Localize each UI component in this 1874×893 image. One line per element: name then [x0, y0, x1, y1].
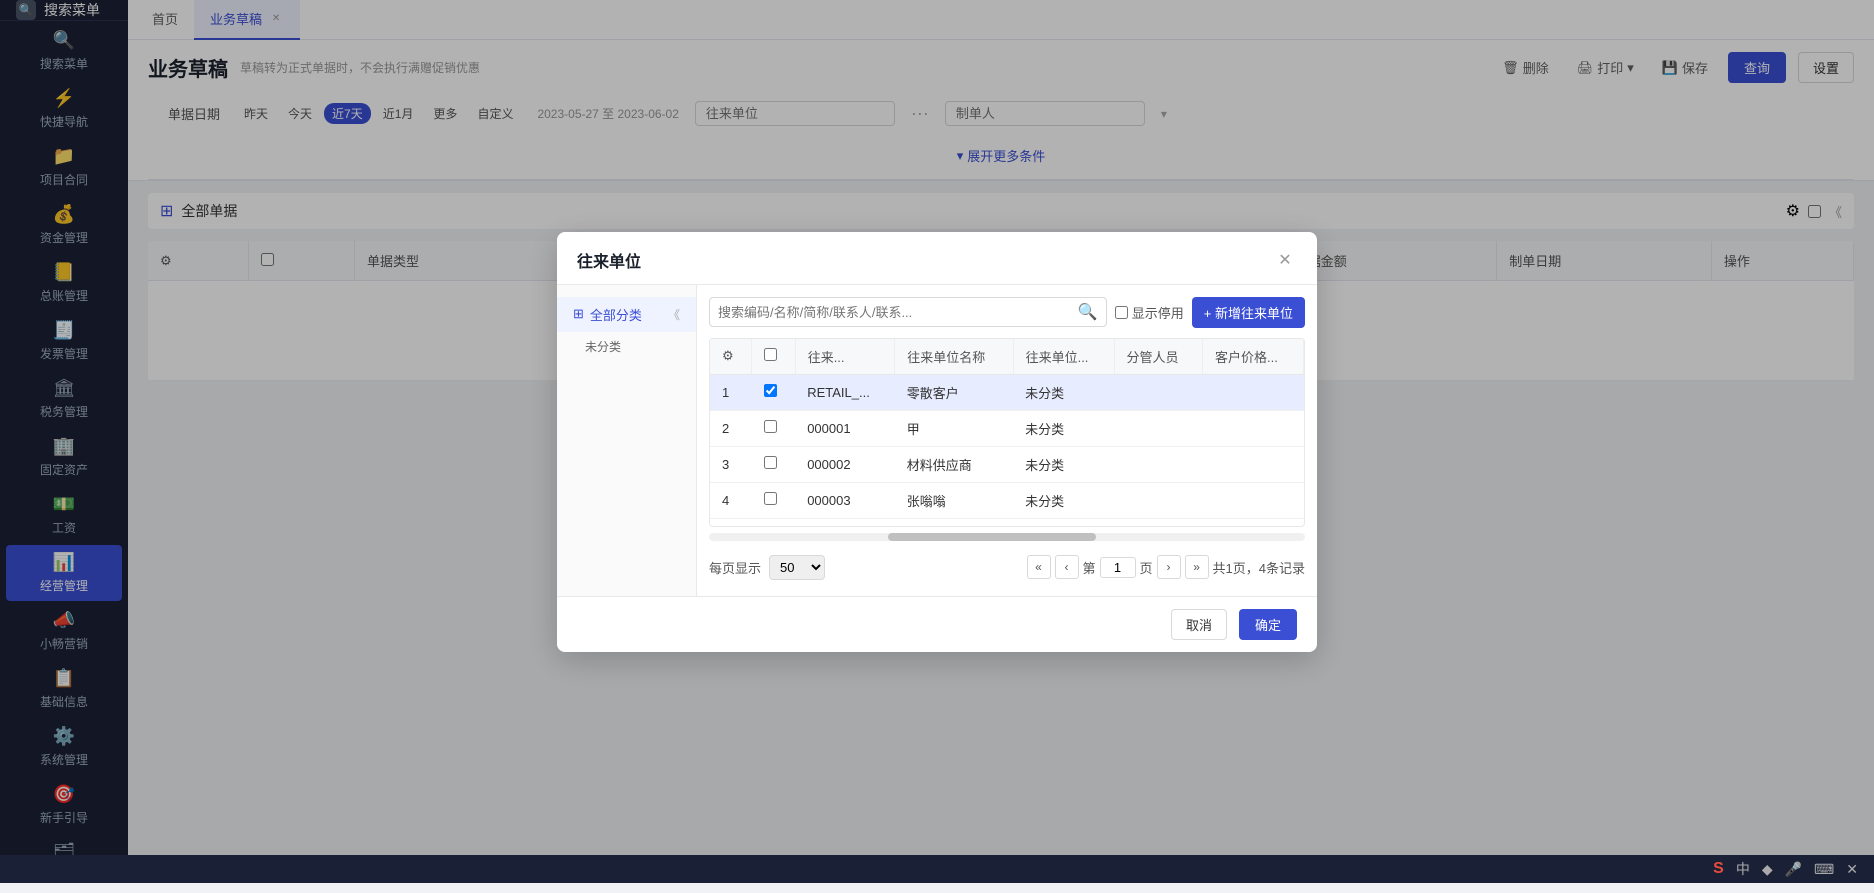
- dialog-toolbar: 🔍 显示停用 + 新增往来单位: [709, 297, 1305, 328]
- row-manager-1: [1114, 374, 1202, 410]
- row-name-3: 材料供应商: [895, 446, 1013, 482]
- table-row[interactable]: 2 000001 甲 未分类: [710, 410, 1304, 446]
- brand-icon: S: [1713, 860, 1724, 878]
- grid-icon-small: ⊞: [573, 306, 584, 322]
- dcol-price: 客户价格...: [1203, 339, 1304, 375]
- row-code-1: RETAIL_...: [795, 374, 895, 410]
- show-disabled-label: 显示停用: [1132, 303, 1184, 322]
- row-settings-2: 2: [710, 410, 752, 446]
- dialog-table: ⚙ 往来... 往来单位名称 往来单位... 分管人员 客户价格... 1: [710, 339, 1304, 519]
- page-suffix: 页: [1140, 558, 1153, 577]
- row-code-3: 000002: [795, 446, 895, 482]
- table-row[interactable]: 4 000003 张嗡嗡 未分类: [710, 482, 1304, 518]
- mic-icon[interactable]: 🎤: [1785, 861, 1802, 878]
- status-bar: S 中 ◆ 🎤 ⌨ ✕: [0, 855, 1874, 883]
- dcol-code: 往来...: [795, 339, 895, 375]
- dialog-body: ⊞ 全部分类 《 未分类 🔍 显示停用: [557, 285, 1317, 596]
- dialog-main: 🔍 显示停用 + 新增往来单位 ⚙: [697, 285, 1317, 596]
- next-page-btn[interactable]: ›: [1157, 555, 1181, 579]
- row-manager-4: [1114, 482, 1202, 518]
- row-checkbox-4[interactable]: [752, 482, 796, 518]
- lang-icon[interactable]: 中: [1736, 859, 1750, 879]
- dialog-search-icon: 🔍: [1078, 302, 1098, 322]
- dcol-manager: 分管人员: [1114, 339, 1202, 375]
- row-code-2: 000001: [795, 410, 895, 446]
- row-name-1: 零散客户: [895, 374, 1013, 410]
- page-prefix: 第: [1083, 558, 1096, 577]
- dcol-type: 往来单位...: [1013, 339, 1114, 375]
- dialog-search-input[interactable]: [718, 305, 1072, 320]
- dialog-search-wrap: 🔍: [709, 297, 1107, 327]
- add-partner-button[interactable]: + 新增往来单位: [1192, 297, 1305, 328]
- pagination-left: 每页显示 50 100 200: [709, 555, 825, 580]
- close-status-icon[interactable]: ✕: [1846, 861, 1858, 878]
- show-disabled-wrap: 显示停用: [1115, 303, 1184, 322]
- per-page-label: 每页显示: [709, 558, 761, 577]
- row-settings-4: 4: [710, 482, 752, 518]
- row-price-4: [1203, 482, 1304, 518]
- dialog-pagination: 每页显示 50 100 200 « ‹ 第 页 ›: [709, 547, 1305, 584]
- keyboard-icon[interactable]: ⌨: [1814, 861, 1834, 878]
- row-settings-3: 3: [710, 446, 752, 482]
- row-checkbox-2[interactable]: [752, 410, 796, 446]
- partner-dialog: 往来单位 ✕ ⊞ 全部分类 《 未分类: [557, 232, 1317, 652]
- dialog-scrollbar[interactable]: [709, 533, 1305, 541]
- per-page-select[interactable]: 50 100 200: [769, 555, 825, 580]
- row-price-3: [1203, 446, 1304, 482]
- dialog-close-button[interactable]: ✕: [1273, 248, 1297, 272]
- row-manager-2: [1114, 410, 1202, 446]
- dcol-name: 往来单位名称: [895, 339, 1013, 375]
- total-label: 共1页，4条记录: [1213, 558, 1305, 577]
- dialog-header: 往来单位 ✕: [557, 232, 1317, 285]
- dialog-sidebar-unclassified[interactable]: 未分类: [557, 332, 696, 361]
- collapse-sidebar-icon[interactable]: 《: [668, 306, 680, 323]
- page-number-input[interactable]: [1100, 557, 1136, 578]
- table-row[interactable]: 3 000002 材料供应商 未分类: [710, 446, 1304, 482]
- confirm-button[interactable]: 确定: [1239, 609, 1297, 640]
- row-type-3: 未分类: [1013, 446, 1114, 482]
- dcol-checkbox: [752, 339, 796, 375]
- row-name-2: 甲: [895, 410, 1013, 446]
- row-type-1: 未分类: [1013, 374, 1114, 410]
- show-disabled-checkbox[interactable]: [1115, 306, 1128, 319]
- dialog-header-checkbox[interactable]: [764, 348, 777, 361]
- row-name-4: 张嗡嗡: [895, 482, 1013, 518]
- last-page-btn[interactable]: »: [1185, 555, 1209, 579]
- pagination-nav: « ‹ 第 页 › » 共1页，4条记录: [1027, 555, 1306, 579]
- row-price-1: [1203, 374, 1304, 410]
- first-page-btn[interactable]: «: [1027, 555, 1051, 579]
- dialog-title: 往来单位: [577, 248, 641, 272]
- row-type-2: 未分类: [1013, 410, 1114, 446]
- row-settings-1: 1: [710, 374, 752, 410]
- dialog-sidebar: ⊞ 全部分类 《 未分类: [557, 285, 697, 596]
- prev-page-btn[interactable]: ‹: [1055, 555, 1079, 579]
- row-code-4: 000003: [795, 482, 895, 518]
- row-checkbox-1[interactable]: [752, 374, 796, 410]
- cancel-button[interactable]: 取消: [1171, 609, 1227, 640]
- row-type-4: 未分类: [1013, 482, 1114, 518]
- row-checkbox-3[interactable]: [752, 446, 796, 482]
- dcol-settings: ⚙: [710, 339, 752, 375]
- table-row[interactable]: 1 RETAIL_... 零散客户 未分类: [710, 374, 1304, 410]
- diamond-icon[interactable]: ◆: [1762, 861, 1773, 878]
- dialog-footer: 取消 确定: [557, 596, 1317, 652]
- row-manager-3: [1114, 446, 1202, 482]
- dialog-scrollbar-thumb: [888, 533, 1097, 541]
- dialog-table-wrap: ⚙ 往来... 往来单位名称 往来单位... 分管人员 客户价格... 1: [709, 338, 1305, 527]
- dialog-sidebar-all[interactable]: ⊞ 全部分类 《: [557, 297, 696, 332]
- dialog-overlay[interactable]: 往来单位 ✕ ⊞ 全部分类 《 未分类: [0, 0, 1874, 883]
- row-price-2: [1203, 410, 1304, 446]
